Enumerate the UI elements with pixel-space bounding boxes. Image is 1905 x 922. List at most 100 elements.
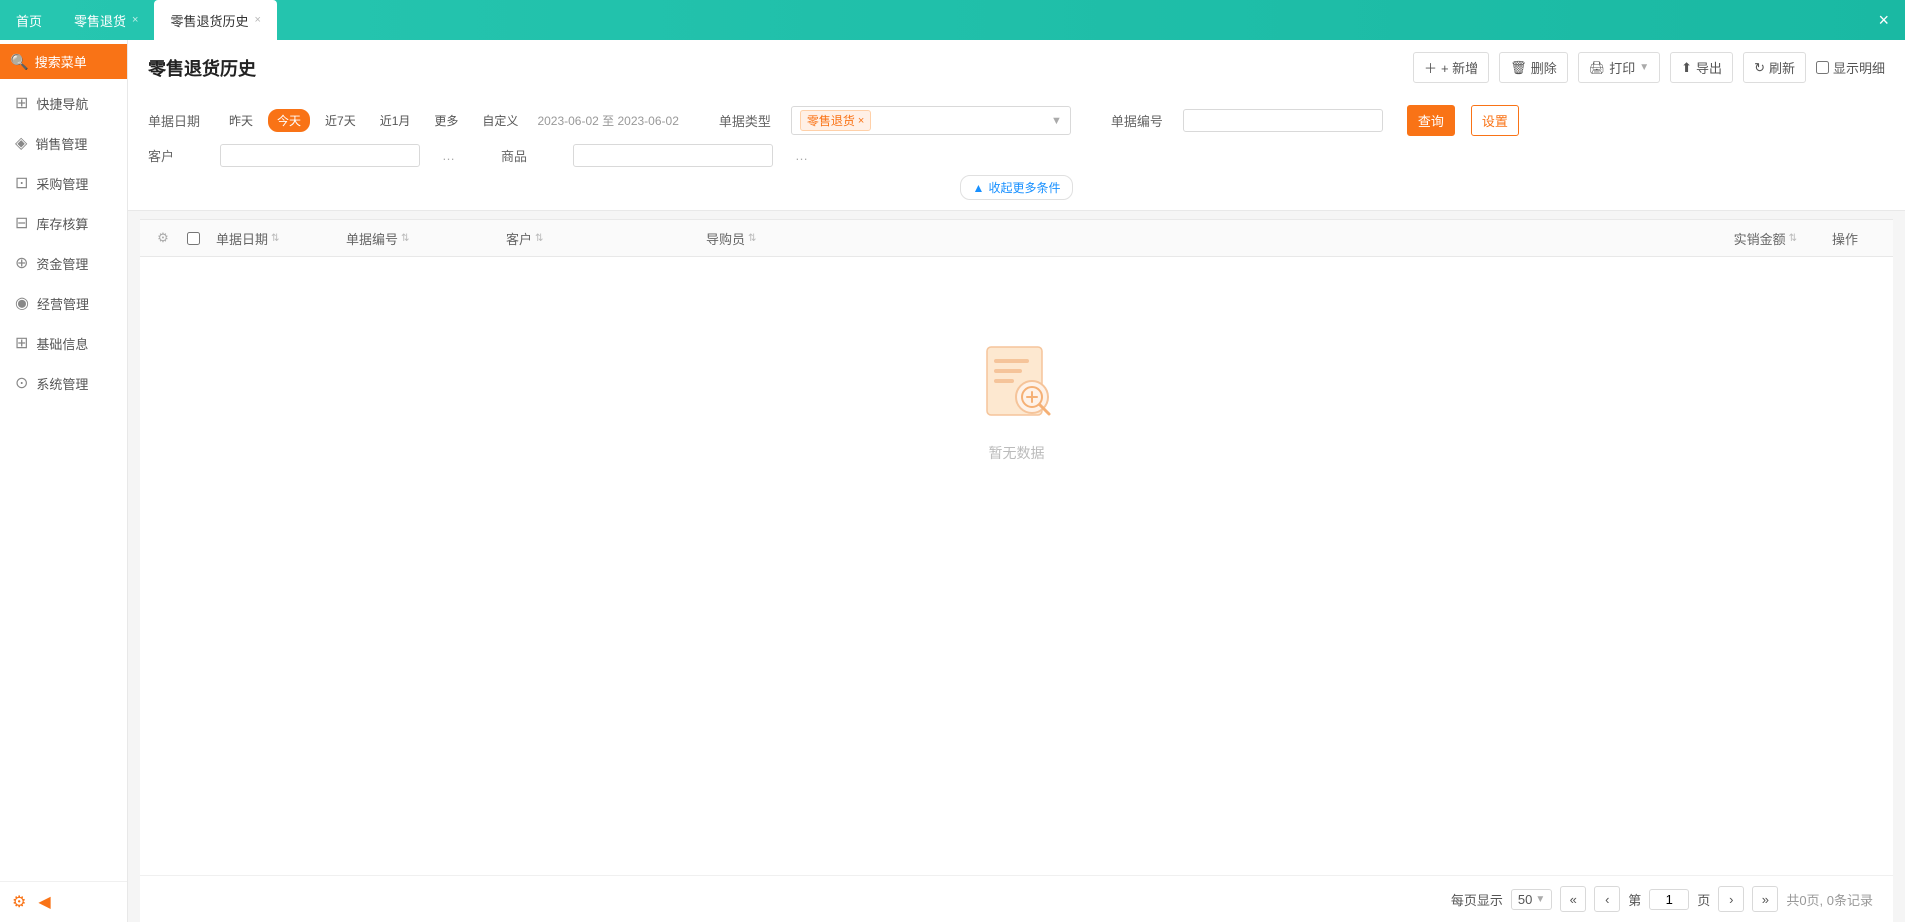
sidebar-item-system-mgmt[interactable]: ⊙系统管理 [0,363,127,403]
query-button[interactable]: 查询 [1407,105,1455,136]
sidebar-item-purchase-mgmt[interactable]: ⊡采购管理 [0,163,127,203]
empty-text: 暂无数据 [989,443,1045,463]
sidebar-label-inventory-calc: 库存核算 [36,214,88,233]
filter-area: 单据日期 昨天 今天 近7天 近1月 更多 自定义 2023-06-02 至 2… [148,95,1885,210]
sidebar-icon-finance-mgmt: ⊕ [15,253,28,273]
settings-btn[interactable]: ⚙ [12,892,26,912]
sidebar: 🔍 搜索菜单 ⊞快捷导航◈销售管理⊡采购管理⊟库存核算⊕资金管理◉经营管理⊞基础… [0,40,128,922]
bill-type-tag-close[interactable]: × [858,115,864,127]
date-btn-1month[interactable]: 近1月 [371,109,420,132]
sidebar-item-business-mgmt[interactable]: ◉经营管理 [0,283,127,323]
sidebar-search[interactable]: 🔍 搜索菜单 [0,44,127,79]
select-all-input[interactable] [187,232,200,245]
table-container: ⚙ 单据日期 ⇅ 单据编号 ⇅ 客户 ⇅ [140,219,1893,875]
last-page-btn[interactable]: » [1752,886,1778,912]
query-label: 查询 [1418,111,1444,130]
print-button[interactable]: 🖨 打印 ▼ [1578,52,1660,83]
sidebar-item-sales-mgmt[interactable]: ◈销售管理 [0,123,127,163]
main-layout: 🔍 搜索菜单 ⊞快捷导航◈销售管理⊡采购管理⊟库存核算⊕资金管理◉经营管理⊞基础… [0,40,1905,922]
sidebar-item-finance-mgmt[interactable]: ⊕资金管理 [0,243,127,283]
sort-amount-icon: ⇅ [1789,233,1797,244]
collapse-sidebar-btn[interactable]: ◀ [38,892,50,912]
col-bill-date[interactable]: 单据日期 ⇅ [208,229,338,248]
delete-label: 删除 [1531,58,1557,77]
col-customer-label: 客户 [506,229,532,248]
total-info: 共0页, 0条记录 [1786,890,1873,909]
delete-button[interactable]: 🗑 删除 [1499,52,1568,83]
tab-list: 首页零售退货×零售退货历史× [0,0,1862,40]
select-all-checkbox[interactable] [178,232,208,245]
customer-label: 客户 [148,146,204,165]
col-amount-label: 实销金额 [1734,229,1786,248]
date-filter-label: 单据日期 [148,111,204,130]
sidebar-icon-sales-mgmt: ◈ [15,133,27,153]
show-detail-checkbox[interactable]: 显示明细 [1816,58,1885,77]
pagination-bar: 每页显示 50 ▼ « ‹ 第 页 › » [140,875,1893,922]
tab-close-retail-return-history[interactable]: × [254,14,260,26]
sidebar-item-basic-info[interactable]: ⊞基础信息 [0,323,127,363]
settings-filter-button[interactable]: 设置 [1471,105,1519,136]
sort-customer-icon: ⇅ [535,233,543,244]
page-title: 零售退货历史 [148,55,256,81]
customer-input[interactable] [220,144,420,167]
sidebar-icon-business-mgmt: ◉ [15,293,29,313]
new-label: + 新增 [1441,58,1478,77]
sidebar-label-basic-info: 基础信息 [36,334,88,353]
sidebar-icon-inventory-calc: ⊟ [15,213,28,233]
export-button[interactable]: ⬆ 导出 [1670,52,1733,83]
col-amount[interactable]: 实销金额 ⇅ [1685,229,1805,248]
col-bill-number-label: 单据编号 [346,229,398,248]
per-page-label: 每页显示 [1451,890,1503,909]
tab-home[interactable]: 首页 [0,0,58,40]
top-bar: 首页零售退货×零售退货历史× × [0,0,1905,40]
per-page-arrow-icon: ▼ [1535,894,1545,905]
col-bill-number[interactable]: 单据编号 ⇅ [338,229,498,248]
goods-input[interactable] [573,144,773,167]
sidebar-search-label: 搜索菜单 [35,52,87,71]
refresh-button[interactable]: ↻ 刷新 [1743,52,1806,83]
bill-type-label: 单据类型 [719,111,775,130]
goods-ellipsis-btn[interactable]: … [789,146,814,165]
customer-ellipsis-btn[interactable]: … [436,146,461,165]
window-close-button[interactable]: × [1862,10,1905,31]
sidebar-label-system-mgmt: 系统管理 [36,374,88,393]
col-guide[interactable]: 导购员 ⇅ [698,229,1685,248]
page-number-input[interactable] [1649,889,1689,910]
filter-row-1: 单据日期 昨天 今天 近7天 近1月 更多 自定义 2023-06-02 至 2… [148,105,1885,136]
collapse-btn[interactable]: ▲ 收起更多条件 [960,175,1074,200]
show-detail-input[interactable] [1816,61,1829,74]
date-btn-custom[interactable]: 自定义 [473,109,527,132]
new-button[interactable]: ＋ + 新增 [1413,52,1489,83]
per-page-select[interactable]: 50 ▼ [1511,889,1552,910]
next-page-btn[interactable]: › [1718,886,1744,912]
first-page-btn[interactable]: « [1560,886,1586,912]
sidebar-icon-quick-nav: ⊞ [15,93,28,113]
prev-page-btn[interactable]: ‹ [1594,886,1620,912]
header-actions: ＋ + 新增 🗑 删除 🖨 打印 ▼ ⬆ 导出 [1413,52,1885,83]
date-btn-more[interactable]: 更多 [425,109,467,132]
date-btn-yesterday[interactable]: 昨天 [220,109,262,132]
sidebar-item-inventory-calc[interactable]: ⊟ 库存核算 [0,203,127,243]
sort-bill-date-icon: ⇅ [271,233,279,244]
page-label: 第 [1628,890,1641,909]
col-guide-label: 导购员 [706,229,745,248]
bill-number-input[interactable] [1183,109,1383,132]
main-content: 零售退货历史 ＋ + 新增 🗑 删除 🖨 打印 ▼ [128,40,1905,922]
collapse-label: 收起更多条件 [988,179,1060,196]
date-btn-7days[interactable]: 近7天 [316,109,365,132]
page-header: 零售退货历史 ＋ + 新增 🗑 删除 🖨 打印 ▼ [128,40,1905,211]
tab-retail-return[interactable]: 零售退货× [58,0,154,40]
delete-icon: 🗑 [1510,60,1527,76]
filter-row-2: 客户 … 商品 … [148,144,1885,167]
content-area: ⚙ 单据日期 ⇅ 单据编号 ⇅ 客户 ⇅ [128,211,1905,922]
sidebar-item-quick-nav[interactable]: ⊞快捷导航 [0,83,127,123]
collapse-bar: ▲ 收起更多条件 [148,175,1885,200]
tab-close-retail-return[interactable]: × [132,14,138,26]
col-customer[interactable]: 客户 ⇅ [498,229,698,248]
export-icon: ⬆ [1681,60,1692,76]
bill-type-select[interactable]: 零售退货 × ▼ [791,106,1071,135]
tab-retail-return-history[interactable]: 零售退货历史× [154,0,276,40]
column-settings-btn[interactable]: ⚙ [148,230,178,246]
col-bill-date-label: 单据日期 [216,229,268,248]
date-btn-today[interactable]: 今天 [268,109,310,132]
